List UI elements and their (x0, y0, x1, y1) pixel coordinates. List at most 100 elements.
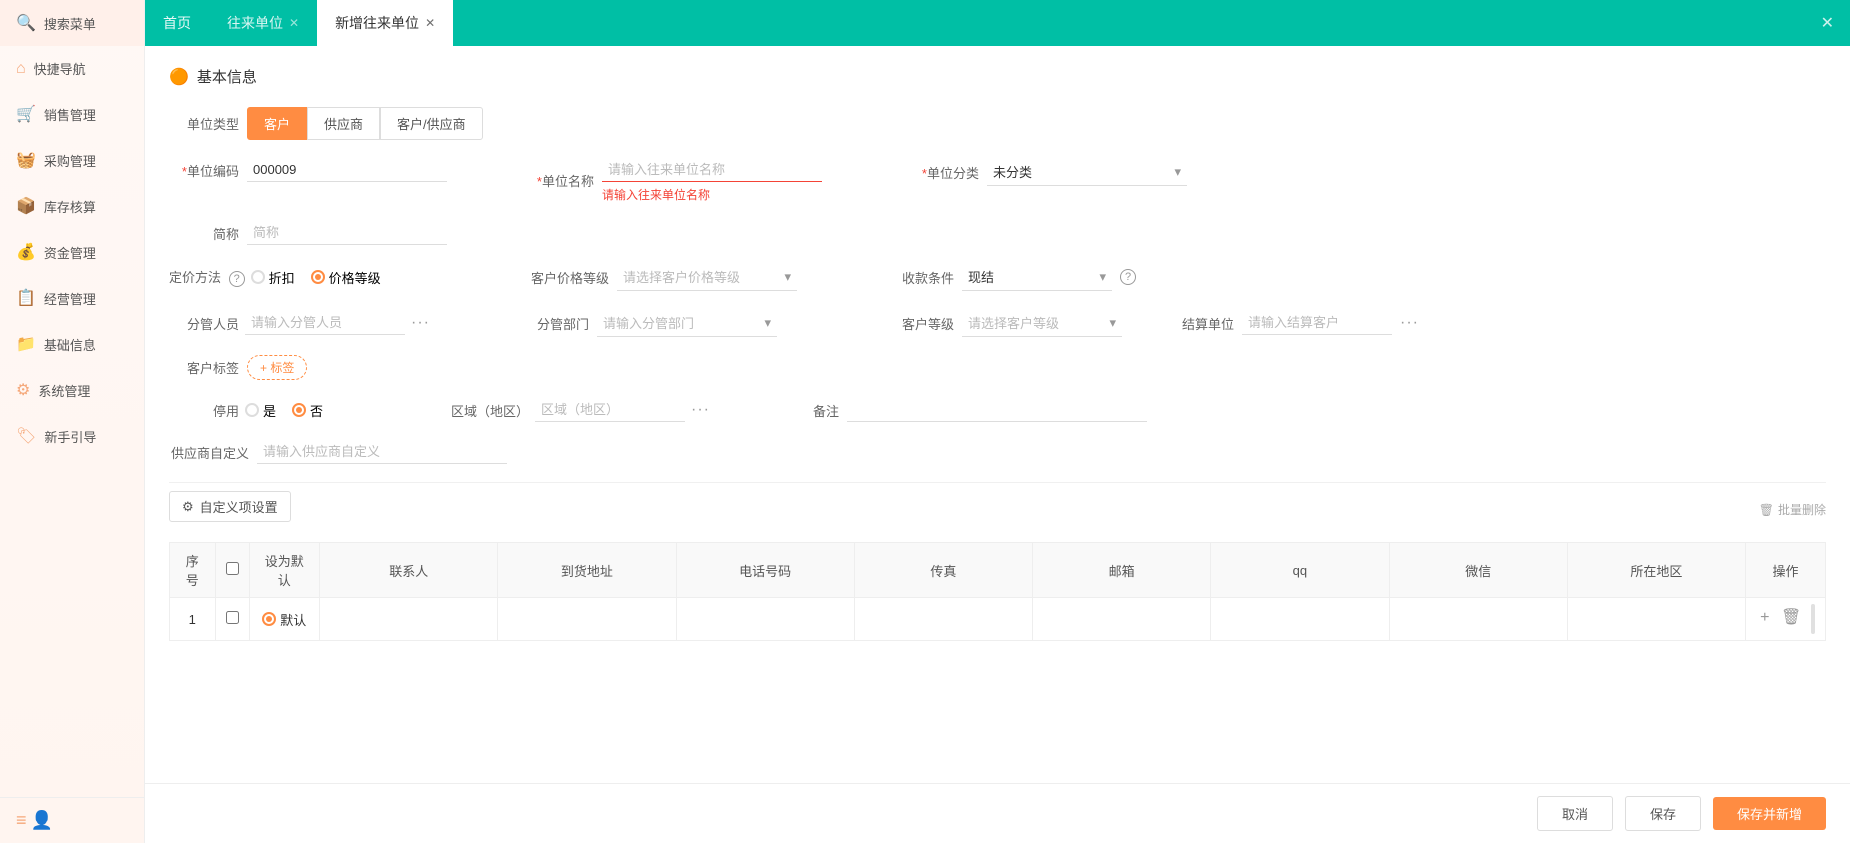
type-btn-both[interactable]: 客户/供应商 (380, 107, 483, 140)
remark-field: 备注 (809, 398, 1826, 422)
add-row-btn[interactable]: + (1756, 607, 1773, 629)
payment-select[interactable]: 现结 ▾ (962, 263, 1112, 291)
close-partners-tab[interactable]: ✕ (289, 16, 299, 30)
row-checkbox[interactable] (215, 598, 249, 641)
area-field: 区域（地区） ··· (449, 398, 809, 422)
add-tag-btn[interactable]: + 标签 (247, 355, 307, 380)
sidebar-item-search[interactable]: 🔍 搜索菜单 (0, 0, 144, 46)
email-input[interactable] (1043, 612, 1200, 627)
contacts-table: 序号 设为默认 联系人 到货地址 电话号码 传真 邮箱 qq 微信 所在地区 操… (169, 542, 1826, 641)
select-all-checkbox[interactable] (226, 562, 239, 575)
price-level-radio[interactable] (311, 270, 325, 284)
dept-field: 分管部门 请输入分管部门 ▾ (529, 309, 889, 337)
pricing-price-level[interactable]: 价格等级 (311, 268, 381, 287)
sidebar-item-sales[interactable]: 🛒 销售管理 (0, 91, 144, 137)
row-contact[interactable] (320, 598, 498, 641)
unit-name-input[interactable] (602, 158, 822, 182)
unit-category-select[interactable]: 未分类 ▾ (987, 158, 1187, 186)
dept-label: 分管部门 (529, 314, 589, 333)
row-fax[interactable] (854, 598, 1032, 641)
row-select-checkbox[interactable] (226, 611, 239, 624)
customer-level-dropdown-icon: ▾ (1109, 315, 1116, 331)
sales-icon: 🛒 (16, 104, 36, 124)
cancel-button[interactable]: 取消 (1537, 796, 1613, 831)
payment-field: 收款条件 现结 ▾ ? (889, 263, 1826, 291)
short-name-field: 简称 (169, 221, 529, 245)
sidebar-item-quick-nav[interactable]: ⌂ 快捷导航 (0, 46, 144, 91)
pricing-discount[interactable]: 折扣 (251, 268, 295, 287)
area-more-btn[interactable]: ··· (691, 401, 710, 419)
contact-input[interactable] (330, 612, 487, 627)
phone-input[interactable] (687, 612, 844, 627)
settlement-more-btn[interactable]: ··· (1400, 314, 1419, 332)
save-new-button[interactable]: 保存并新增 (1713, 797, 1826, 830)
unit-code-input[interactable] (247, 158, 447, 182)
tab-home[interactable]: 首页 (145, 0, 209, 46)
sidebar-user-icon[interactable]: 👤 (31, 810, 53, 831)
row-email[interactable] (1032, 598, 1210, 641)
supplier-custom-input[interactable] (257, 440, 507, 464)
sidebar-item-finance[interactable]: 💰 资金管理 (0, 229, 144, 275)
row-actions: + 🗑 (1746, 598, 1826, 641)
type-btn-customer[interactable]: 客户 (247, 107, 307, 140)
sidebar-item-purchase[interactable]: 🧺 采购管理 (0, 137, 144, 183)
pricing-radio-group: 折扣 价格等级 (251, 268, 381, 287)
disable-no-radio[interactable] (292, 403, 306, 417)
disable-yes-radio[interactable] (245, 403, 259, 417)
payment-help-icon[interactable]: ? (1120, 269, 1136, 285)
region-input[interactable] (1578, 612, 1735, 627)
close-new-partner-tab[interactable]: ✕ (425, 16, 435, 30)
row-scrollbar (1811, 604, 1815, 634)
table-header-row: 序号 设为默认 联系人 到货地址 电话号码 传真 邮箱 qq 微信 所在地区 操… (170, 543, 1826, 598)
disable-yes[interactable]: 是 (245, 401, 276, 420)
row-address[interactable] (498, 598, 676, 641)
settlement-input[interactable] (1242, 311, 1392, 335)
action-bar: 取消 保存 保存并新增 (145, 783, 1850, 843)
type-btn-supplier[interactable]: 供应商 (307, 107, 380, 140)
close-all-tabs[interactable]: ✕ (1805, 13, 1850, 33)
batch-delete-btn[interactable]: 🗑 批量删除 (1759, 501, 1826, 518)
tab-new-partner[interactable]: 新增往来单位 ✕ (317, 0, 453, 46)
col-checkbox (215, 543, 249, 598)
save-button[interactable]: 保存 (1625, 796, 1701, 831)
custom-settings-btn[interactable]: ⚙ 自定义项设置 (169, 491, 291, 522)
sidebar-item-system[interactable]: ⚙ 系统管理 (0, 367, 144, 413)
fax-input[interactable] (865, 612, 1022, 627)
qq-input[interactable] (1221, 612, 1378, 627)
row-qq[interactable] (1211, 598, 1389, 641)
sidebar-item-operation[interactable]: 📋 经营管理 (0, 275, 144, 321)
unit-type-field: 单位类型 客户 供应商 客户/供应商 (169, 107, 1826, 140)
customer-level-select[interactable]: 请选择客户等级 ▾ (962, 309, 1122, 337)
customer-price-select[interactable]: 请选择客户价格等级 ▾ (617, 263, 797, 291)
manager-input[interactable] (245, 311, 405, 335)
wechat-input[interactable] (1400, 612, 1557, 627)
gear-icon: ⚙ (182, 499, 194, 515)
col-address: 到货地址 (498, 543, 676, 598)
default-radio[interactable] (262, 612, 276, 626)
customer-price-dropdown-icon: ▾ (784, 269, 791, 285)
row-region[interactable] (1567, 598, 1745, 641)
tags-field: 客户标签 + 标签 (169, 355, 1826, 380)
pricing-label: 定价方法 ? (169, 267, 245, 287)
remark-input[interactable] (847, 398, 1147, 422)
area-input[interactable] (535, 398, 685, 422)
row-wechat[interactable] (1389, 598, 1567, 641)
finance-icon: 💰 (16, 242, 36, 262)
address-input[interactable] (508, 612, 665, 627)
manager-more-btn[interactable]: ··· (411, 314, 430, 332)
discount-radio[interactable] (251, 270, 265, 284)
tab-partners[interactable]: 往来单位 ✕ (209, 0, 317, 46)
short-name-input[interactable] (247, 221, 447, 245)
dept-select[interactable]: 请输入分管部门 ▾ (597, 309, 777, 337)
section-header: 🟠 基本信息 (169, 66, 1826, 87)
sidebar-item-inventory[interactable]: 📦 库存核算 (0, 183, 144, 229)
purchase-icon: 🧺 (16, 150, 36, 170)
delete-row-btn[interactable]: 🗑 (1777, 605, 1805, 629)
code-name-category-row: *单位编码 *单位名称 请输入往来单位名称 *单位分类 未分类 (169, 158, 1826, 203)
sidebar-expand-icon[interactable]: ≡ (16, 810, 27, 831)
disable-no[interactable]: 否 (292, 401, 323, 420)
pricing-help-icon[interactable]: ? (229, 271, 245, 287)
row-phone[interactable] (676, 598, 854, 641)
sidebar-item-basic[interactable]: 📁 基础信息 (0, 321, 144, 367)
sidebar-item-guide[interactable]: 🏷 新手引导 (0, 413, 144, 459)
